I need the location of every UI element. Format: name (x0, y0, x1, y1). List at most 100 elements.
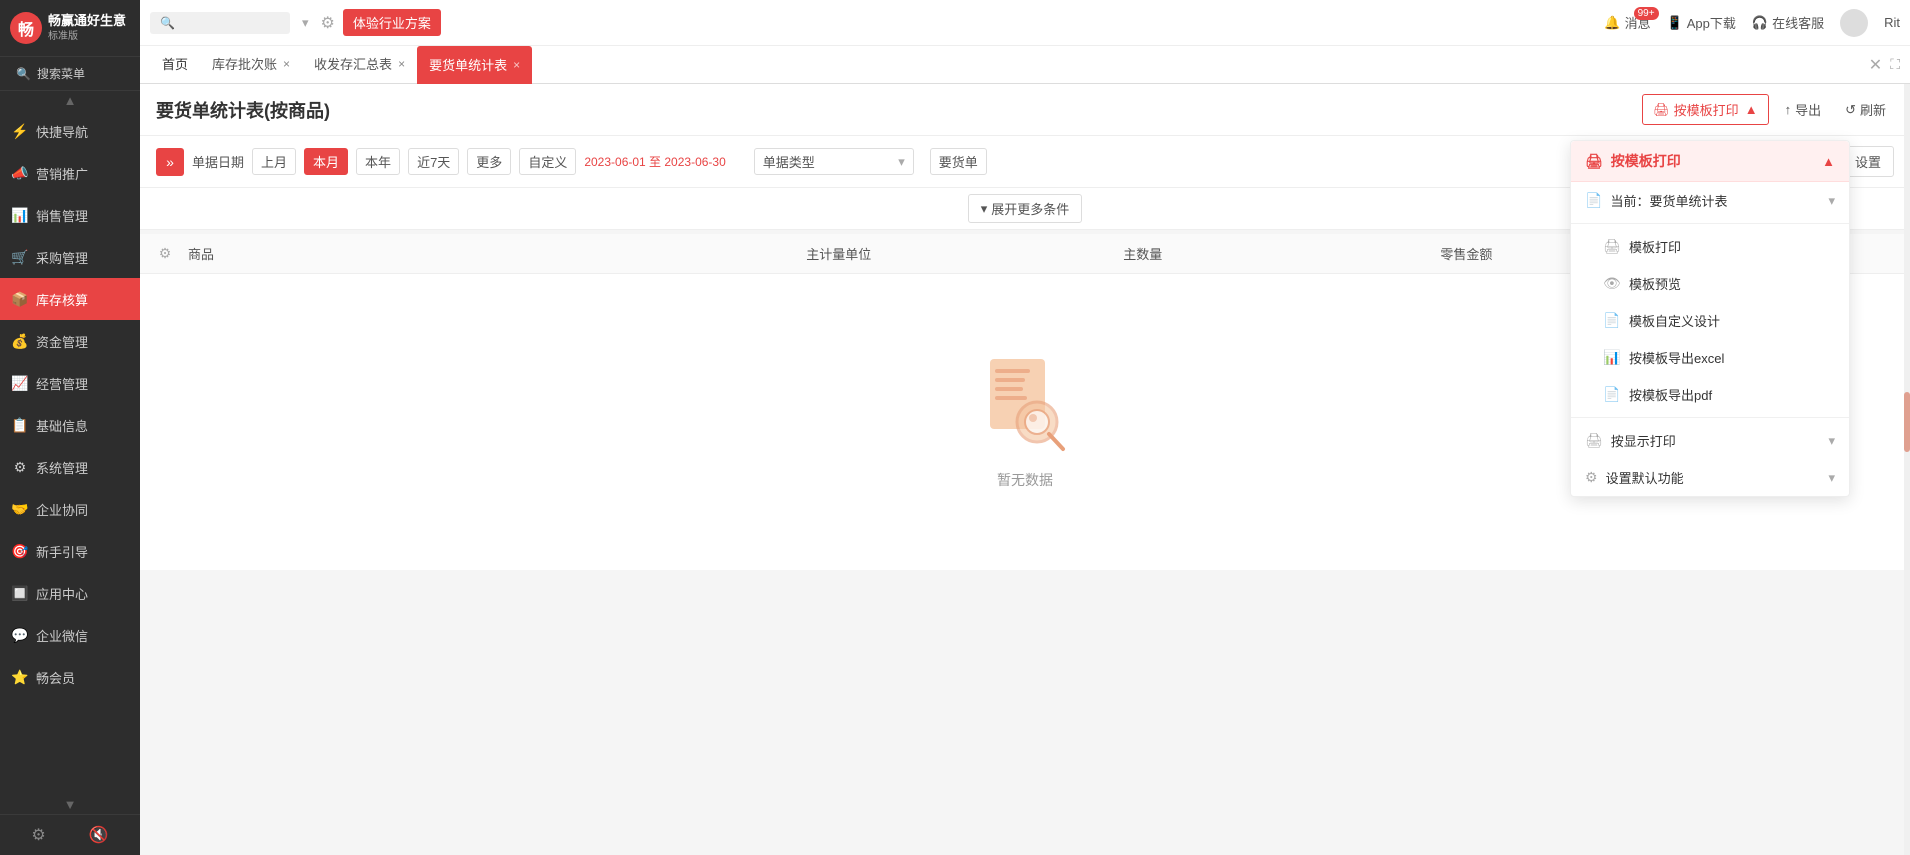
date-btn-this-year[interactable]: 本年 (356, 148, 400, 175)
order-type-label: 单据类型 (763, 152, 815, 171)
empty-text: 暂无数据 (997, 470, 1053, 490)
date-btn-prev-month[interactable]: 上月 (252, 148, 296, 175)
notification-badge: 99+ (1634, 7, 1659, 20)
template-export-excel-icon: 📊 (1603, 349, 1621, 366)
right-scrollbar[interactable] (1904, 84, 1910, 855)
sales-icon: 📊 (10, 205, 30, 225)
tab-fullscreen[interactable]: ⛶ (1890, 56, 1900, 73)
default-settings-chevron: ▾ (1828, 470, 1835, 486)
date-btn-this-month[interactable]: 本月 (304, 148, 348, 175)
dropdown-group-display-print[interactable]: 🖨 按显示打印 ▾ (1571, 422, 1849, 459)
dropdown-header: 🖨 按模板打印 ▲ (1571, 141, 1849, 182)
topbar-online-service[interactable]: 🎧 在线客服 (1752, 13, 1824, 32)
display-print-chevron: ▾ (1828, 433, 1835, 449)
topbar: 🔍 ▾ ⚙ 体验行业方案 🔔 消息 99+ 📱 App下载 🎧 在线客服 Rit (140, 0, 1910, 46)
dropdown-item-template-export-pdf[interactable]: 📄 按模板导出pdf (1571, 376, 1849, 413)
tab-close-receivable-summary[interactable]: × (398, 57, 405, 71)
sidebar-scroll-down[interactable]: ▼ (0, 795, 140, 814)
sidebar-item-cooperation[interactable]: 🤝 企业协同 (0, 488, 140, 530)
main-area: 🔍 ▾ ⚙ 体验行业方案 🔔 消息 99+ 📱 App下载 🎧 在线客服 Rit (140, 0, 1910, 855)
tab-receivable-summary[interactable]: 收发存汇总表 × (302, 46, 417, 84)
yaohuo-filter[interactable]: 要货单 (930, 148, 987, 175)
dropdown-item-template-export-excel[interactable]: 📊 按模板导出excel (1571, 339, 1849, 376)
date-btn-7days[interactable]: 近7天 (408, 148, 459, 175)
topbar-search-icon: 🔍 (160, 16, 175, 30)
dropdown-close-chevron[interactable]: ▲ (1822, 154, 1835, 169)
system-icon: ⚙ (10, 457, 30, 477)
refresh-button[interactable]: ↺ 刷新 (1837, 95, 1894, 124)
topbar-promo-button[interactable]: 体验行业方案 (343, 9, 441, 36)
topbar-left: 🔍 ▾ ⚙ 体验行业方案 (150, 9, 1604, 36)
dropdown-item-template-print[interactable]: 🖨 模板打印 (1571, 228, 1849, 265)
settings-bottom-icon[interactable]: ⚙ (31, 825, 45, 845)
sidebar-item-wechat[interactable]: 💬 企业微信 (0, 614, 140, 656)
quick-nav-icon: ⚡ (10, 121, 30, 141)
table-settings-icon[interactable]: ⚙ (150, 245, 180, 262)
sidebar-item-marketing[interactable]: 📣 营销推广 (0, 152, 140, 194)
tabs-bar: 首页 库存批次账 × 收发存汇总表 × 要货单统计表 × ✕ ⛶ (140, 46, 1910, 84)
export-button[interactable]: ↑ 导出 (1777, 95, 1830, 124)
sidebar-logo: 畅 畅赢通好生意 标准版 (0, 0, 140, 57)
dropdown-current-template[interactable]: 📄 当前：要货单统计表 ▾ (1571, 182, 1849, 219)
tab-close-window[interactable]: ✕ (1869, 55, 1882, 75)
template-design-icon: 📄 (1603, 312, 1621, 329)
topbar-dropdown-chevron[interactable]: ▾ (298, 15, 313, 31)
sidebar-item-operation[interactable]: 📈 经营管理 (0, 362, 140, 404)
page-header: 要货单统计表(按商品) 🖨 按模板打印 ▲ ↑ 导出 ↺ 刷新 (140, 84, 1910, 136)
sound-bottom-icon[interactable]: 🔇 (89, 825, 109, 845)
dropdown-divider-2 (1571, 417, 1849, 418)
page-actions: 🖨 按模板打印 ▲ ↑ 导出 ↺ 刷新 (1642, 94, 1894, 125)
inventory-icon: 📦 (10, 289, 30, 309)
dropdown-group-default-settings[interactable]: ⚙ 设置默认功能 ▾ (1571, 459, 1849, 496)
notification-icon: 🔔 (1604, 15, 1620, 31)
date-btn-more[interactable]: 更多 (467, 148, 511, 175)
date-btn-custom[interactable]: 自定义 (519, 148, 576, 175)
tab-order-stats[interactable]: 要货单统计表 × (417, 46, 532, 84)
finance-icon: 💰 (10, 331, 30, 351)
filter-expand-btn[interactable]: » (156, 148, 184, 176)
template-print-button[interactable]: 🖨 按模板打印 ▲ (1642, 94, 1768, 125)
tab-close-inventory-batch[interactable]: × (283, 57, 290, 71)
sidebar-item-inventory[interactable]: 📦 库存核算 (0, 278, 140, 320)
order-type-select[interactable]: 单据类型 ▾ (754, 148, 914, 175)
tab-close-order-stats[interactable]: × (513, 58, 520, 72)
display-print-icon: 🖨 (1585, 432, 1603, 449)
tab-home[interactable]: 首页 (150, 46, 200, 84)
sidebar-item-purchase[interactable]: 🛒 采购管理 (0, 236, 140, 278)
expand-more-button[interactable]: ▾ 展开更多条件 (968, 194, 1083, 223)
sidebar-item-quick-nav[interactable]: ⚡ 快捷导航 (0, 110, 140, 152)
sidebar-search-item[interactable]: 🔍 搜索菜单 (0, 57, 140, 91)
topbar-search-box[interactable]: 🔍 (150, 12, 290, 34)
sidebar-item-system[interactable]: ⚙ 系统管理 (0, 446, 140, 488)
tab-inventory-batch[interactable]: 库存批次账 × (200, 46, 302, 84)
sidebar-scroll-up[interactable]: ▲ (0, 91, 140, 110)
date-range-display: 2023-06-01 至 2023-06-30 (584, 153, 725, 170)
wechat-icon: 💬 (10, 625, 30, 645)
sidebar-item-appstore[interactable]: 🔲 应用中心 (0, 572, 140, 614)
basic-icon: 📋 (10, 415, 30, 435)
col-product: 商品 (180, 234, 798, 273)
dropdown-item-template-preview[interactable]: 👁 模板预览 (1571, 265, 1849, 302)
user-avatar[interactable] (1840, 9, 1868, 37)
col-unit: 主计量单位 (798, 234, 1115, 273)
page-content: 要货单统计表(按商品) 🖨 按模板打印 ▲ ↑ 导出 ↺ 刷新 (140, 84, 1910, 855)
member-icon: ⭐ (10, 667, 30, 687)
sidebar-item-sales[interactable]: 📊 销售管理 (0, 194, 140, 236)
sidebar-bottom: ⚙ 🔇 (0, 814, 140, 855)
dropdown-divider-1 (1571, 223, 1849, 224)
sidebar: 畅 畅赢通好生意 标准版 🔍 搜索菜单 ▲ ⚡ 快捷导航 📣 营销推广 📊 销售… (0, 0, 140, 855)
sidebar-item-guide[interactable]: 🎯 新手引导 (0, 530, 140, 572)
sidebar-item-finance[interactable]: 💰 资金管理 (0, 320, 140, 362)
template-print-chevron-up: ▲ (1745, 102, 1758, 117)
topbar-notifications[interactable]: 🔔 消息 99+ (1604, 13, 1650, 32)
topbar-app-download[interactable]: 📱 App下载 (1667, 13, 1736, 32)
username-label: Rit (1884, 15, 1900, 30)
topbar-right: 🔔 消息 99+ 📱 App下载 🎧 在线客服 Rit (1604, 9, 1900, 37)
topbar-gear-icon[interactable]: ⚙ (321, 13, 335, 33)
guide-icon: 🎯 (10, 541, 30, 561)
sidebar-item-member[interactable]: ⭐ 畅会员 (0, 656, 140, 698)
sidebar-item-basic[interactable]: 📋 基础信息 (0, 404, 140, 446)
empty-illustration (975, 354, 1075, 454)
dropdown-item-template-design[interactable]: 📄 模板自定义设计 (1571, 302, 1849, 339)
online-service-icon: 🎧 (1752, 15, 1768, 31)
